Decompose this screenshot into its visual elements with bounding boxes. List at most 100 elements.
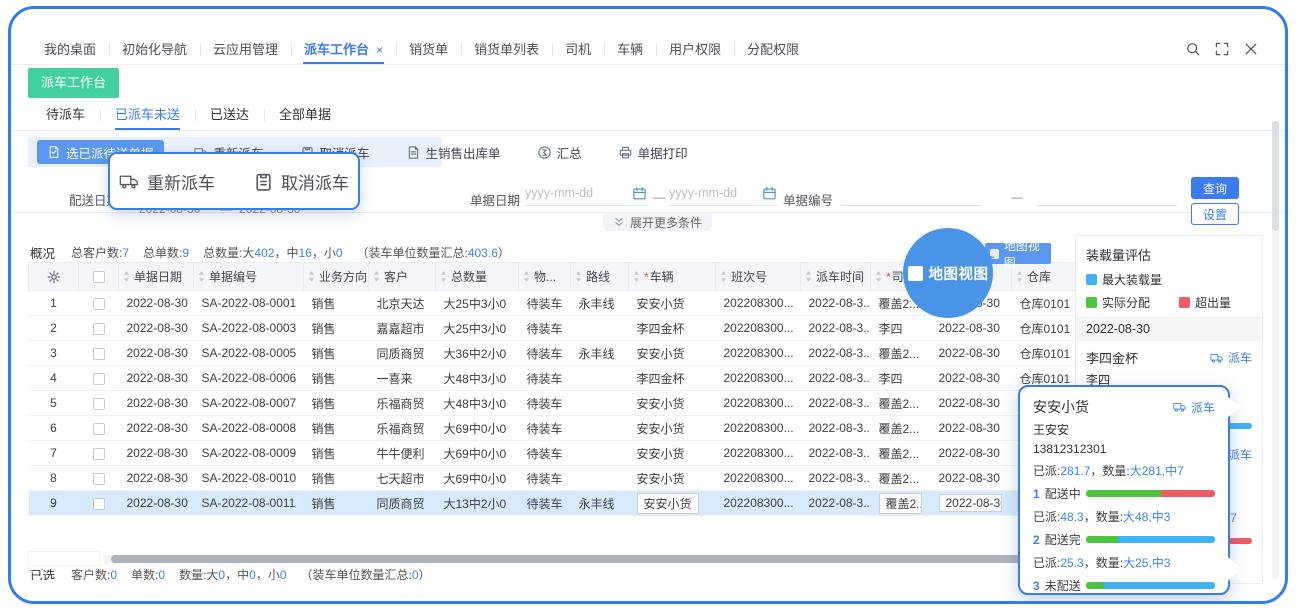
search-icon[interactable] — [1185, 41, 1201, 57]
row-index: 6 — [28, 415, 79, 441]
column-header[interactable]: 路线 — [570, 262, 629, 291]
sort-icon[interactable] — [198, 271, 205, 282]
sort-icon[interactable] — [805, 271, 812, 282]
tab-初始化导航[interactable]: 初始化导航 — [109, 35, 200, 64]
editable-cell[interactable]: 2022-08-30 — [938, 494, 1003, 512]
toolbar-button-单据打印[interactable]: 单据打印 — [612, 142, 694, 163]
subtab-已派车未送[interactable]: 已派车未送 — [100, 100, 195, 130]
subtab-已送达[interactable]: 已送达 — [195, 100, 264, 130]
map-view-toggle[interactable]: 地图视图 — [985, 239, 1051, 270]
row-checkbox-cell — [78, 365, 119, 391]
dispatch-link[interactable]: 派车 — [1173, 399, 1215, 416]
cell: 乐福商贸 — [368, 390, 436, 416]
doc-no-end-input[interactable] — [1037, 181, 1177, 206]
table-row[interactable]: 5 2022-08-30 SA-2022-08-0007 销售 乐福商贸 大48中3小0 待… — [28, 390, 1076, 416]
summary-segment: ） — [497, 246, 510, 260]
callout-button-重新派车[interactable]: 重新派车 — [113, 168, 221, 195]
column-header[interactable] — [78, 262, 119, 291]
settings-button[interactable]: 设置 — [1191, 203, 1239, 225]
cell: 大25中3小0 — [435, 290, 519, 316]
chevron-double-down-icon — [613, 216, 625, 228]
tab-派车工作台[interactable]: 派车工作台 × — [291, 35, 396, 64]
column-header[interactable] — [28, 262, 79, 291]
table-row[interactable]: 7 2022-08-30 SA-2022-08-0009 销售 牛牛便利 大69中0小0 待… — [28, 440, 1076, 466]
subtab-全部单据[interactable]: 全部单据 — [264, 100, 346, 130]
fullscreen-icon[interactable] — [1214, 41, 1230, 57]
sort-icon[interactable] — [308, 271, 315, 282]
column-header[interactable]: 班次号 — [715, 262, 801, 291]
table-row[interactable]: 8 2022-08-30 SA-2022-08-0010 销售 七天超市 大69中0小0 待… — [28, 465, 1076, 491]
calendar-icon[interactable] — [632, 186, 647, 201]
sort-icon[interactable] — [875, 271, 882, 282]
close-icon[interactable] — [1243, 41, 1259, 57]
editable-cell[interactable]: 安安小货 — [636, 492, 699, 514]
table-row[interactable]: 9 2022-08-30 SA-2022-08-0011 销售 同质商贸 大13中2小0 待… — [28, 490, 1076, 516]
sort-icon[interactable] — [720, 271, 727, 282]
column-header[interactable]: 单据日期 — [118, 262, 194, 291]
row-index: 9 — [28, 490, 79, 516]
row-checkbox[interactable] — [92, 297, 105, 310]
column-header[interactable]: 总数量 — [435, 262, 519, 291]
column-header[interactable]: 客户 — [368, 262, 436, 291]
expand-more-button[interactable]: 展开更多条件 — [603, 213, 713, 231]
vertical-scrollbar[interactable] — [1272, 121, 1279, 579]
doc-date-end-input[interactable]: yyyy-mm-dd — [669, 181, 777, 206]
column-header[interactable]: 业务方向 — [303, 262, 369, 291]
table-row[interactable]: 6 2022-08-30 SA-2022-08-0008 销售 乐福商贸 大69中0小0 待… — [28, 415, 1076, 441]
sort-icon[interactable] — [633, 271, 640, 282]
tab-销货单[interactable]: 销货单 — [396, 35, 461, 64]
query-button[interactable]: 查询 — [1191, 177, 1239, 199]
row-checkbox[interactable] — [92, 397, 105, 410]
row-checkbox[interactable] — [92, 372, 105, 385]
doc-select-icon — [47, 145, 61, 159]
table-row[interactable]: 2 2022-08-30 SA-2022-08-0003 销售 嘉嘉超市 大25中3小0 待… — [28, 315, 1076, 341]
row-checkbox[interactable] — [92, 422, 105, 435]
row-checkbox[interactable] — [92, 347, 105, 360]
table-row[interactable]: 4 2022-08-30 SA-2022-08-0006 销售 一喜来 大48中3小0 待装… — [28, 365, 1076, 391]
tab-销货单列表[interactable]: 销货单列表 — [461, 35, 552, 64]
callout-button-取消派车[interactable]: 取消派车 — [247, 168, 355, 195]
sort-icon[interactable] — [123, 271, 130, 282]
row-checkbox[interactable] — [92, 322, 105, 335]
gear-icon[interactable] — [47, 270, 61, 284]
select-all-checkbox[interactable] — [92, 271, 105, 284]
row-checkbox[interactable] — [92, 472, 105, 485]
toolbar-button-汇总[interactable]: 汇总 — [531, 142, 588, 163]
sort-icon[interactable] — [1016, 271, 1023, 282]
doc-date-start-input[interactable]: yyyy-mm-dd — [525, 181, 647, 206]
subtab-待派车[interactable]: 待派车 — [31, 100, 100, 130]
doc-date-label: 单据日期 — [470, 194, 521, 208]
table-row[interactable]: 3 2022-08-30 SA-2022-08-0005 销售 同质商贸 大36中2小0 待… — [28, 340, 1076, 366]
column-header[interactable]: 物... — [518, 262, 571, 291]
toolbar-button-生销售出库单[interactable]: 生销售出库单 — [400, 142, 507, 163]
horizontal-scrollbar-thumb[interactable] — [111, 555, 1111, 563]
sort-icon[interactable] — [440, 271, 447, 282]
cell: 2022-08-30 — [118, 365, 194, 391]
tab-云应用管理[interactable]: 云应用管理 — [200, 35, 291, 64]
dispatch-link[interactable]: 派车 — [1210, 349, 1252, 366]
tab-司机[interactable]: 司机 — [552, 35, 604, 64]
column-header[interactable]: *车辆 — [628, 262, 716, 291]
vertical-scrollbar-thumb[interactable] — [1272, 121, 1279, 231]
sort-icon[interactable] — [523, 271, 530, 282]
tab-车辆[interactable]: 车辆 — [604, 35, 656, 64]
cell: 2022-08-30 — [118, 490, 194, 516]
sort-icon[interactable] — [575, 271, 582, 282]
tab-我的桌面[interactable]: 我的桌面 — [31, 35, 109, 64]
row-checkbox[interactable] — [92, 497, 105, 510]
column-header[interactable]: 单据编号 — [193, 262, 304, 291]
calendar-icon[interactable] — [762, 186, 777, 201]
sort-icon[interactable] — [373, 271, 380, 282]
tab-用户权限[interactable]: 用户权限 — [656, 35, 734, 64]
editable-cell[interactable]: 覆盖2... — [878, 492, 922, 514]
tab-close-icon[interactable]: × — [376, 43, 383, 57]
cell: 七天超市 — [368, 465, 436, 491]
doc-no-start-input[interactable] — [841, 181, 981, 206]
cell — [570, 415, 629, 441]
map-view-checkbox-large[interactable] — [907, 265, 923, 281]
row-checkbox[interactable] — [92, 447, 105, 460]
cell: 覆盖2... — [870, 465, 931, 491]
tab-分配权限[interactable]: 分配权限 — [734, 35, 812, 64]
column-header[interactable]: 派车时间 — [800, 262, 871, 291]
cell: 202208300... — [715, 440, 801, 466]
